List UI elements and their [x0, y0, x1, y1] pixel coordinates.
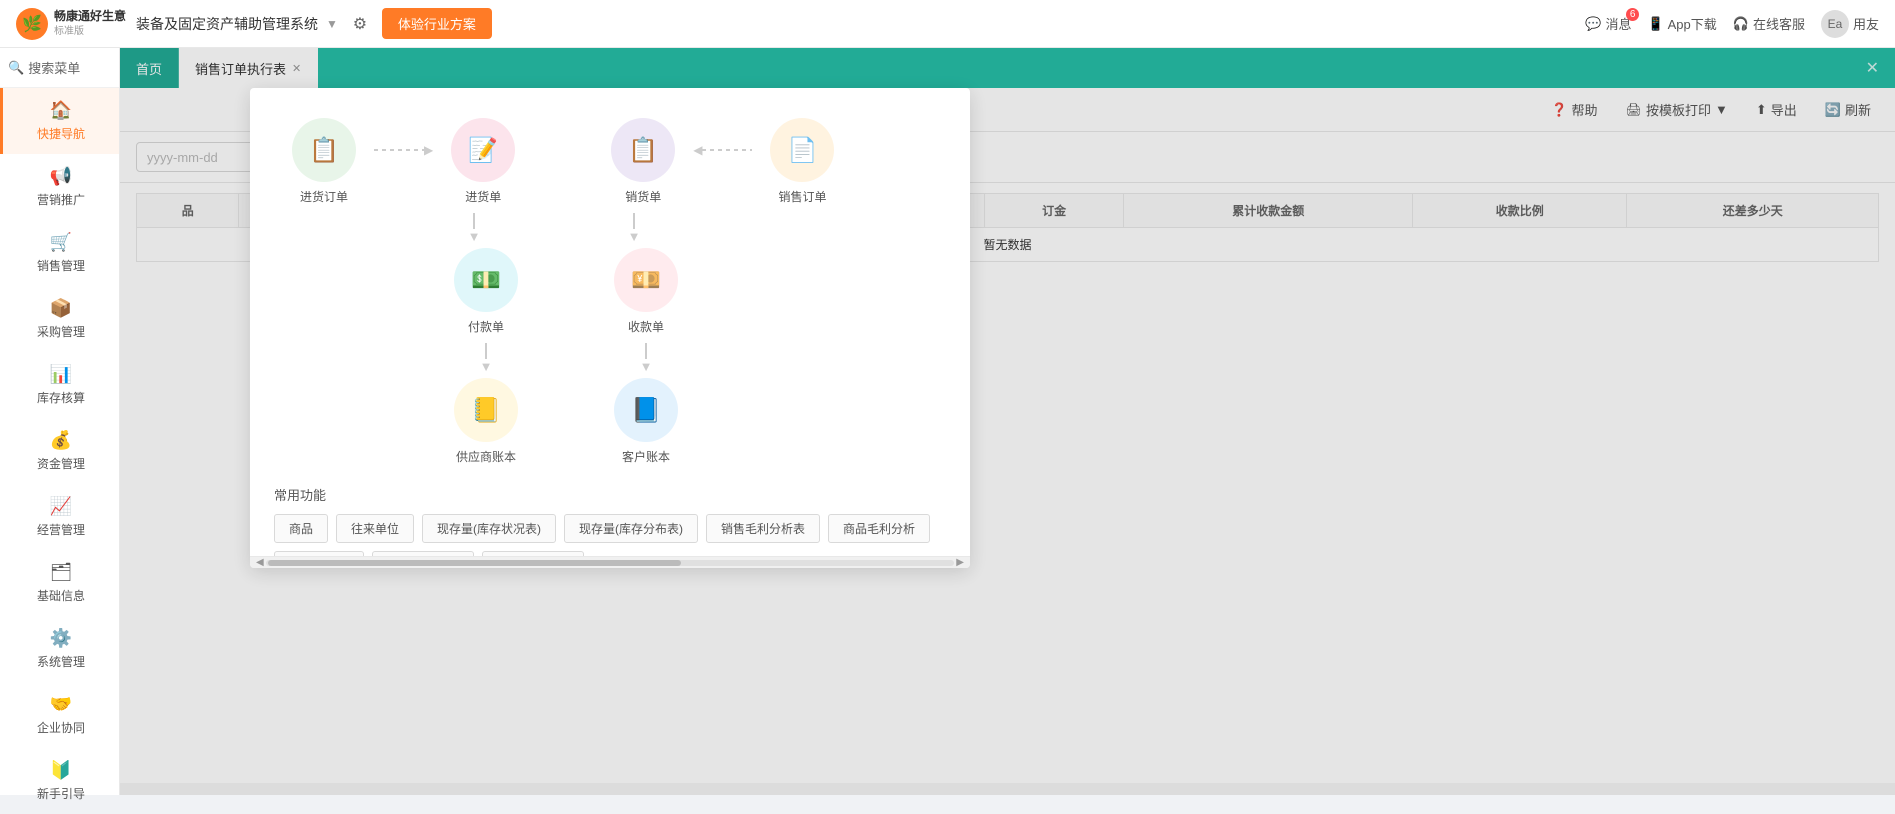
receipt-bill-icon: 💴: [614, 248, 678, 312]
sidebar: 🔍 搜索菜单 🏠 快捷导航 📢 营销推广 🛒 销售管理 📦 采购管理 📊 库存核…: [0, 48, 120, 795]
operation-icon: 📈: [50, 496, 72, 517]
flow-node-payment-bill[interactable]: 💵 付款单: [436, 248, 536, 335]
sales-bill-icon: 📋: [611, 118, 675, 182]
scroll-track[interactable]: [266, 560, 955, 566]
settings-button[interactable]: ⚙: [346, 10, 374, 38]
online-service-button[interactable]: 🎧 在线客服: [1733, 14, 1805, 33]
common-btn-goods-profit[interactable]: 商品毛利分析: [828, 514, 930, 543]
flow-node-customer-ledger[interactable]: 📘 客户账本: [596, 378, 696, 465]
scroll-thumb[interactable]: [268, 560, 681, 566]
sales-order-icon: 📄: [770, 118, 834, 182]
common-functions-title: 常用功能: [274, 485, 946, 504]
system-title: 装备及固定资产辅助管理系统: [136, 14, 318, 34]
home-icon: 🏠: [50, 100, 72, 121]
common-btn-sales-profit[interactable]: 销售毛利分析表: [706, 514, 820, 543]
enterprise-icon: 🤝: [50, 694, 72, 715]
sidebar-item-purchase[interactable]: 📦 采购管理: [0, 286, 119, 352]
modal-scrollbar: ◀ ▶: [250, 556, 970, 568]
common-btn-partner[interactable]: 往来单位: [336, 514, 414, 543]
sidebar-item-sales[interactable]: 🛒 销售管理: [0, 220, 119, 286]
arrow-h-1: ▶: [374, 143, 433, 181]
logo-icon: 🌿: [16, 8, 48, 40]
guide-icon: 🔰: [50, 760, 72, 781]
system-icon: ⚙️: [50, 628, 72, 649]
flow-node-receipt-bill[interactable]: 💴 收款单: [596, 248, 696, 335]
supplier-ledger-label: 供应商账本: [456, 448, 516, 465]
flow-node-sales-bill[interactable]: 📋 销货单: [593, 118, 693, 205]
flow-node-purchase-bill[interactable]: 📝 进货单: [433, 118, 533, 205]
logo-area: 🌿 畅康通好生意 标准版: [16, 8, 136, 40]
top-right-area: 💬 消息 6 📱 App下载 🎧 在线客服 Ea 用友: [1585, 10, 1879, 38]
common-buttons-row-1: 商品 往来单位 现存量(库存状况表) 现存量(库存分布表) 销售毛利分析表 商品…: [274, 514, 946, 543]
system-title-area: 装备及固定资产辅助管理系统 ▼ ⚙ 体验行业方案: [136, 8, 1585, 39]
flow-node-supplier-ledger[interactable]: 📒 供应商账本: [436, 378, 536, 465]
sidebar-item-quick-nav[interactable]: 🏠 快捷导航: [0, 88, 119, 154]
sales-icon: 🛒: [50, 232, 72, 253]
scroll-left-icon[interactable]: ◀: [254, 557, 266, 568]
common-btn-stock-status[interactable]: 现存量(库存状况表): [422, 514, 556, 543]
message-badge: 6: [1626, 8, 1640, 21]
quick-nav-modal: 📋 进货订单 ▶ 📝 进货单: [250, 88, 970, 568]
payment-bill-label: 付款单: [468, 318, 504, 335]
sidebar-item-inventory[interactable]: 📊 库存核算: [0, 352, 119, 418]
sales-order-label: 销售订单: [778, 188, 826, 205]
message-icon: 💬: [1585, 16, 1601, 32]
sidebar-item-operation[interactable]: 📈 经营管理: [0, 484, 119, 550]
marketing-icon: 📢: [50, 166, 72, 187]
supplier-ledger-icon: 📒: [454, 378, 518, 442]
inventory-icon: 📊: [50, 364, 72, 385]
search-menu[interactable]: 🔍 搜索菜单: [0, 48, 119, 88]
flow-diagram: 📋 进货订单 ▶ 📝 进货单: [274, 108, 946, 485]
sidebar-item-system[interactable]: ⚙️ 系统管理: [0, 616, 119, 682]
download-icon: 📱: [1647, 16, 1663, 32]
sidebar-item-basic[interactable]: 🗂 基础信息: [0, 550, 119, 616]
app-download-button[interactable]: 📱 App下载: [1647, 14, 1716, 33]
common-btn-goods[interactable]: 商品: [274, 514, 328, 543]
finance-icon: 💰: [50, 430, 72, 451]
top-bar: 🌿 畅康通好生意 标准版 装备及固定资产辅助管理系统 ▼ ⚙ 体验行业方案 💬 …: [0, 0, 1895, 48]
message-button[interactable]: 💬 消息 6: [1585, 14, 1631, 33]
purchase-order-label: 进货订单: [300, 188, 348, 205]
flow-node-sales-order[interactable]: 📄 销售订单: [752, 118, 852, 205]
user-area[interactable]: Ea 用友: [1821, 10, 1879, 38]
customer-ledger-label: 客户账本: [622, 448, 670, 465]
purchase-bill-label: 进货单: [465, 188, 501, 205]
common-btn-stock-dist[interactable]: 现存量(库存分布表): [564, 514, 698, 543]
sidebar-item-marketing[interactable]: 📢 营销推广: [0, 154, 119, 220]
basic-icon: 🗂: [50, 562, 73, 583]
scroll-right-icon[interactable]: ▶: [954, 557, 966, 568]
search-icon: 🔍: [8, 60, 24, 76]
sidebar-item-enterprise[interactable]: 🤝 企业协同: [0, 682, 119, 748]
common-functions-section: 常用功能 商品 往来单位 现存量(库存状况表) 现存量(库存分布表) 销售毛利分…: [274, 485, 946, 556]
logo-text: 畅康通好生意 标准版: [54, 9, 126, 38]
sidebar-item-guide[interactable]: 🔰 新手引导: [0, 748, 119, 814]
flow-node-purchase-order[interactable]: 📋 进货订单: [274, 118, 374, 205]
customer-ledger-icon: 📘: [614, 378, 678, 442]
payment-bill-icon: 💵: [454, 248, 518, 312]
sidebar-item-finance[interactable]: 💰 资金管理: [0, 418, 119, 484]
arrow-h-2: ◀: [693, 143, 752, 181]
modal-overlay[interactable]: 📋 进货订单 ▶ 📝 进货单: [120, 48, 1895, 795]
avatar: Ea: [1821, 10, 1849, 38]
purchase-icon: 📦: [50, 298, 72, 319]
modal-content: 📋 进货订单 ▶ 📝 进货单: [250, 88, 970, 556]
purchase-order-icon: 📋: [292, 118, 356, 182]
trial-button[interactable]: 体验行业方案: [382, 8, 492, 39]
system-dropdown-icon[interactable]: ▼: [326, 17, 338, 31]
sales-bill-label: 销货单: [625, 188, 661, 205]
receipt-bill-label: 收款单: [628, 318, 664, 335]
service-icon: 🎧: [1733, 16, 1749, 32]
purchase-bill-icon: 📝: [451, 118, 515, 182]
